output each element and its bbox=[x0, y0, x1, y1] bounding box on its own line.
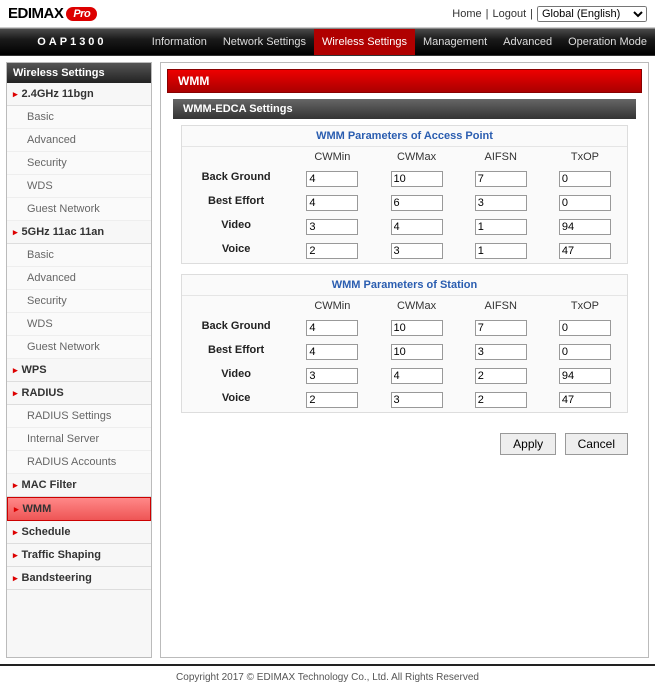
sidebar-cat-mac-filter[interactable]: MAC Filter bbox=[7, 474, 151, 497]
ap-row-label: Voice bbox=[182, 241, 290, 261]
sidebar-item-wds[interactable]: WDS bbox=[7, 175, 151, 198]
nav-wireless-settings[interactable]: Wireless Settings bbox=[314, 29, 415, 55]
sta-video-cwmax-input[interactable] bbox=[391, 368, 443, 384]
sta-row-label: Video bbox=[182, 366, 290, 386]
sta-title: WMM Parameters of Station bbox=[182, 275, 627, 296]
ap-besteffort-txop-input[interactable] bbox=[559, 195, 611, 211]
sidebar-title: Wireless Settings bbox=[7, 63, 151, 83]
sidebar-item-basic[interactable]: Basic bbox=[7, 244, 151, 267]
sta-col-cwmin: CWMin bbox=[290, 298, 374, 314]
ap-voice-txop-input[interactable] bbox=[559, 243, 611, 259]
nav-network-settings[interactable]: Network Settings bbox=[215, 29, 314, 55]
ap-col-aifsn: AIFSN bbox=[459, 149, 543, 165]
ap-row-label: Back Ground bbox=[182, 169, 290, 189]
page-title: WMM bbox=[167, 69, 642, 93]
sidebar-item-internal-server[interactable]: Internal Server bbox=[7, 428, 151, 451]
section-title: WMM-EDCA Settings bbox=[173, 99, 636, 119]
sidebar-item-security[interactable]: Security bbox=[7, 290, 151, 313]
sta-video-cwmin-input[interactable] bbox=[306, 368, 358, 384]
home-link[interactable]: Home bbox=[452, 8, 481, 20]
ap-voice-cwmin-input[interactable] bbox=[306, 243, 358, 259]
ap-background-cwmin-input[interactable] bbox=[306, 171, 358, 187]
sidebar-item-guest-network[interactable]: Guest Network bbox=[7, 336, 151, 359]
sta-row-label: Back Ground bbox=[182, 318, 290, 338]
sidebar-cat-2-4ghz-11bgn[interactable]: 2.4GHz 11bgn bbox=[7, 83, 151, 106]
ap-besteffort-aifsn-input[interactable] bbox=[475, 195, 527, 211]
ap-col-cwmax: CWMax bbox=[374, 149, 458, 165]
sta-voice-cwmax-input[interactable] bbox=[391, 392, 443, 408]
sta-besteffort-cwmin-input[interactable] bbox=[306, 344, 358, 360]
sidebar-item-basic[interactable]: Basic bbox=[7, 106, 151, 129]
sta-video-txop-input[interactable] bbox=[559, 368, 611, 384]
sidebar-item-wds[interactable]: WDS bbox=[7, 313, 151, 336]
sidebar-item-advanced[interactable]: Advanced bbox=[7, 267, 151, 290]
sta-voice-aifsn-input[interactable] bbox=[475, 392, 527, 408]
nav-information[interactable]: Information bbox=[144, 29, 215, 55]
ap-background-aifsn-input[interactable] bbox=[475, 171, 527, 187]
brand-logo: EDIMAXPro bbox=[8, 5, 97, 22]
sta-background-cwmin-input[interactable] bbox=[306, 320, 358, 336]
sta-col-cwmax: CWMax bbox=[374, 298, 458, 314]
ap-row-label: Video bbox=[182, 217, 290, 237]
ap-background-cwmax-input[interactable] bbox=[391, 171, 443, 187]
sidebar-cat-schedule[interactable]: Schedule bbox=[7, 521, 151, 544]
nav-advanced[interactable]: Advanced bbox=[495, 29, 560, 55]
language-select[interactable]: Global (English) bbox=[537, 6, 647, 22]
ap-row-label: Best Effort bbox=[182, 193, 290, 213]
sta-besteffort-txop-input[interactable] bbox=[559, 344, 611, 360]
ap-background-txop-input[interactable] bbox=[559, 171, 611, 187]
sta-voice-cwmin-input[interactable] bbox=[306, 392, 358, 408]
ap-col-cwmin: CWMin bbox=[290, 149, 374, 165]
sidebar-cat-wps[interactable]: WPS bbox=[7, 359, 151, 382]
sidebar-cat-wmm[interactable]: WMM bbox=[7, 497, 151, 521]
sidebar-item-advanced[interactable]: Advanced bbox=[7, 129, 151, 152]
content-panel: WMM WMM-EDCA Settings WMM Parameters of … bbox=[160, 62, 649, 658]
model-label: OAP1300 bbox=[0, 36, 144, 48]
cancel-button[interactable]: Cancel bbox=[565, 433, 628, 455]
ap-video-aifsn-input[interactable] bbox=[475, 219, 527, 235]
sta-voice-txop-input[interactable] bbox=[559, 392, 611, 408]
nav-operation-mode[interactable]: Operation Mode bbox=[560, 29, 655, 55]
sta-col-txop: TxOP bbox=[543, 298, 627, 314]
ap-video-cwmin-input[interactable] bbox=[306, 219, 358, 235]
sidebar-cat-bandsteering[interactable]: Bandsteering bbox=[7, 567, 151, 590]
sta-besteffort-cwmax-input[interactable] bbox=[391, 344, 443, 360]
sidebar-item-security[interactable]: Security bbox=[7, 152, 151, 175]
ap-besteffort-cwmax-input[interactable] bbox=[391, 195, 443, 211]
ap-video-txop-input[interactable] bbox=[559, 219, 611, 235]
sidebar: Wireless Settings 2.4GHz 11bgnBasicAdvan… bbox=[6, 62, 152, 658]
sta-background-aifsn-input[interactable] bbox=[475, 320, 527, 336]
ap-col-txop: TxOP bbox=[543, 149, 627, 165]
apply-button[interactable]: Apply bbox=[500, 433, 556, 455]
sidebar-cat-traffic-shaping[interactable]: Traffic Shaping bbox=[7, 544, 151, 567]
sta-col-aifsn: AIFSN bbox=[459, 298, 543, 314]
footer-text: Copyright 2017 © EDIMAX Technology Co., … bbox=[0, 666, 655, 689]
sidebar-cat-radius[interactable]: RADIUS bbox=[7, 382, 151, 405]
logout-link[interactable]: Logout bbox=[492, 8, 526, 20]
sta-besteffort-aifsn-input[interactable] bbox=[475, 344, 527, 360]
sidebar-item-guest-network[interactable]: Guest Network bbox=[7, 198, 151, 221]
ap-voice-aifsn-input[interactable] bbox=[475, 243, 527, 259]
ap-besteffort-cwmin-input[interactable] bbox=[306, 195, 358, 211]
sta-background-txop-input[interactable] bbox=[559, 320, 611, 336]
sta-row-label: Best Effort bbox=[182, 342, 290, 362]
ap-voice-cwmax-input[interactable] bbox=[391, 243, 443, 259]
sidebar-item-radius-accounts[interactable]: RADIUS Accounts bbox=[7, 451, 151, 474]
top-links: Home | Logout | Global (English) bbox=[452, 6, 647, 22]
ap-video-cwmax-input[interactable] bbox=[391, 219, 443, 235]
sta-video-aifsn-input[interactable] bbox=[475, 368, 527, 384]
sta-background-cwmax-input[interactable] bbox=[391, 320, 443, 336]
sidebar-item-radius-settings[interactable]: RADIUS Settings bbox=[7, 405, 151, 428]
nav-management[interactable]: Management bbox=[415, 29, 495, 55]
ap-title: WMM Parameters of Access Point bbox=[182, 126, 627, 147]
sta-row-label: Voice bbox=[182, 390, 290, 410]
sidebar-cat-5ghz-11ac-11an[interactable]: 5GHz 11ac 11an bbox=[7, 221, 151, 244]
